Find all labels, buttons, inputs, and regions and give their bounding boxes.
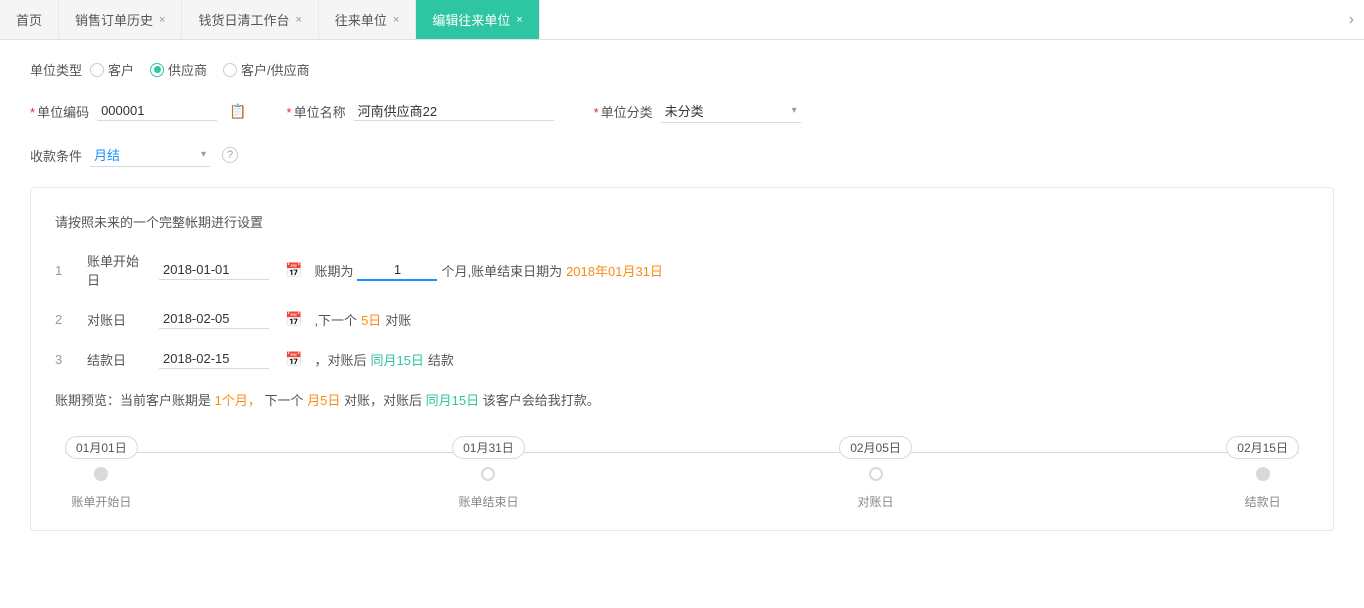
tab-more-button[interactable]: › <box>1339 0 1364 39</box>
row-label-2: 对账日 <box>87 310 147 329</box>
category-chevron-icon: ▾ <box>792 105 797 116</box>
timeline-points: 01月01日 账单开始日 01月31日 账单结束日 02月05日 对账日 <box>65 436 1299 510</box>
radio-both[interactable]: 客户/供应商 <box>223 60 310 79</box>
row-label-3: 结款日 <box>87 350 147 369</box>
unit-type-row: 单位类型 客户 供应商 客户/供应商 <box>30 60 1334 79</box>
main-content: 单位类型 客户 供应商 客户/供应商 *单位编码 <box>0 40 1364 608</box>
unit-code-copy-icon[interactable]: 📋 <box>229 103 246 120</box>
reconcile-date-calendar-icon[interactable]: 📅 <box>285 311 302 328</box>
timeline-point-1: 01月01日 账单开始日 <box>65 436 138 510</box>
row-1-desc: 账期为 个月,账单结束日期为 2018年01月31日 <box>314 260 662 281</box>
payment-terms-group: 收款条件 月结 ▾ ? <box>30 143 238 167</box>
preview-text: 账期预览：当前客户账期是 1个月， 下一个 月5日 对账，对账后 同月15日 该… <box>55 389 1309 412</box>
period-settings-box: 请按照未来的一个完整帐期进行设置 1 账单开始日 📅 账期为 个月,账单结束日期… <box>30 187 1334 531</box>
timeline-dot-1 <box>94 467 108 481</box>
preview-date1: 月5日 <box>307 393 340 408</box>
timeline-dot-3 <box>869 467 883 481</box>
start-date-input[interactable] <box>159 260 269 280</box>
unit-code-label: *单位编码 <box>30 102 89 121</box>
unit-name-group: *单位名称 <box>287 101 554 121</box>
unit-category-label: *单位分类 <box>594 102 653 121</box>
row-num-3: 3 <box>55 352 75 367</box>
start-date-calendar-icon[interactable]: 📅 <box>285 262 302 279</box>
payment-terms-help-icon[interactable]: ? <box>222 147 238 163</box>
tab-partner-unit-close[interactable]: × <box>393 14 399 26</box>
unit-category-group: *单位分类 未分类 ▾ <box>594 99 801 123</box>
radio-customer[interactable]: 客户 <box>90 60 134 79</box>
row-2-desc: ,下一个 5日 对账 <box>314 310 411 329</box>
unit-code-group: *单位编码 📋 <box>30 101 247 121</box>
section-hint: 请按照未来的一个完整帐期进行设置 <box>55 212 1309 231</box>
reconcile-day-highlight: 5日 <box>361 310 381 329</box>
timeline-dot-2 <box>481 467 495 481</box>
period-months-input[interactable] <box>357 260 437 281</box>
unit-name-label: *单位名称 <box>287 102 346 121</box>
payment-date-calendar-icon[interactable]: 📅 <box>285 351 302 368</box>
period-end-date: 2018年01月31日 <box>566 261 663 280</box>
timeline-sublabel-1: 账单开始日 <box>71 493 131 510</box>
reconcile-date-input[interactable] <box>159 309 269 329</box>
radio-supplier-circle <box>150 63 164 77</box>
unit-info-row: *单位编码 📋 *单位名称 *单位分类 未分类 ▾ <box>30 99 1334 123</box>
timeline-dot-4 <box>1256 467 1270 481</box>
timeline-point-4: 02月15日 结款日 <box>1226 436 1299 510</box>
payment-terms-row: 收款条件 月结 ▾ ? <box>30 143 1334 167</box>
radio-group: 客户 供应商 客户/供应商 <box>90 60 310 79</box>
timeline-label-3: 02月05日 <box>839 436 912 459</box>
row-num-2: 2 <box>55 312 75 327</box>
timeline-label-4: 02月15日 <box>1226 436 1299 459</box>
setting-row-3: 3 结款日 📅 ，对账后 同月15日 结款 <box>55 349 1309 369</box>
unit-category-select[interactable]: 未分类 ▾ <box>661 99 801 123</box>
payment-terms-select[interactable]: 月结 ▾ <box>90 143 210 167</box>
payment-date-input[interactable] <box>159 349 269 369</box>
payment-terms-label: 收款条件 <box>30 146 82 165</box>
tab-sales-history-close[interactable]: × <box>159 14 165 26</box>
payment-terms-chevron-icon: ▾ <box>201 149 206 160</box>
timeline-sublabel-4: 结款日 <box>1245 493 1281 510</box>
row-num-1: 1 <box>55 263 75 278</box>
row-3-desc: ，对账后 同月15日 结款 <box>314 350 454 369</box>
timeline-sublabel-2: 账单结束日 <box>458 493 518 510</box>
timeline: 01月01日 账单开始日 01月31日 账单结束日 02月05日 对账日 <box>55 436 1309 510</box>
unit-code-input[interactable] <box>97 101 217 121</box>
tab-sales-history[interactable]: 销售订单历史 × <box>59 0 182 39</box>
tab-home[interactable]: 首页 <box>0 0 59 39</box>
timeline-label-1: 01月01日 <box>65 436 138 459</box>
timeline-point-2: 01月31日 账单结束日 <box>452 436 525 510</box>
tab-cash-work[interactable]: 钱货日清工作台 × <box>182 0 318 39</box>
tab-bar: 首页 销售订单历史 × 钱货日清工作台 × 往来单位 × 编辑往来单位 × › <box>0 0 1364 40</box>
timeline-sublabel-3: 对账日 <box>858 493 894 510</box>
preview-period: 1个月， <box>215 393 261 408</box>
timeline-label-2: 01月31日 <box>452 436 525 459</box>
setting-row-2: 2 对账日 📅 ,下一个 5日 对账 <box>55 309 1309 329</box>
unit-type-group: 单位类型 客户 供应商 客户/供应商 <box>30 60 310 79</box>
row-label-1: 账单开始日 <box>87 251 147 289</box>
tab-edit-partner-close[interactable]: × <box>516 14 522 26</box>
tab-partner-unit[interactable]: 往来单位 × <box>319 0 416 39</box>
unit-name-input[interactable] <box>354 101 554 121</box>
radio-supplier[interactable]: 供应商 <box>150 60 207 79</box>
radio-both-circle <box>223 63 237 77</box>
preview-date2: 同月15日 <box>426 393 479 408</box>
tab-edit-partner[interactable]: 编辑往来单位 × <box>416 0 539 39</box>
payment-day-highlight: 同月15日 <box>370 350 423 369</box>
setting-row-1: 1 账单开始日 📅 账期为 个月,账单结束日期为 2018年01月31日 <box>55 251 1309 289</box>
radio-customer-circle <box>90 63 104 77</box>
timeline-point-3: 02月05日 对账日 <box>839 436 912 510</box>
unit-type-label: 单位类型 <box>30 60 82 79</box>
tab-cash-work-close[interactable]: × <box>295 14 301 26</box>
